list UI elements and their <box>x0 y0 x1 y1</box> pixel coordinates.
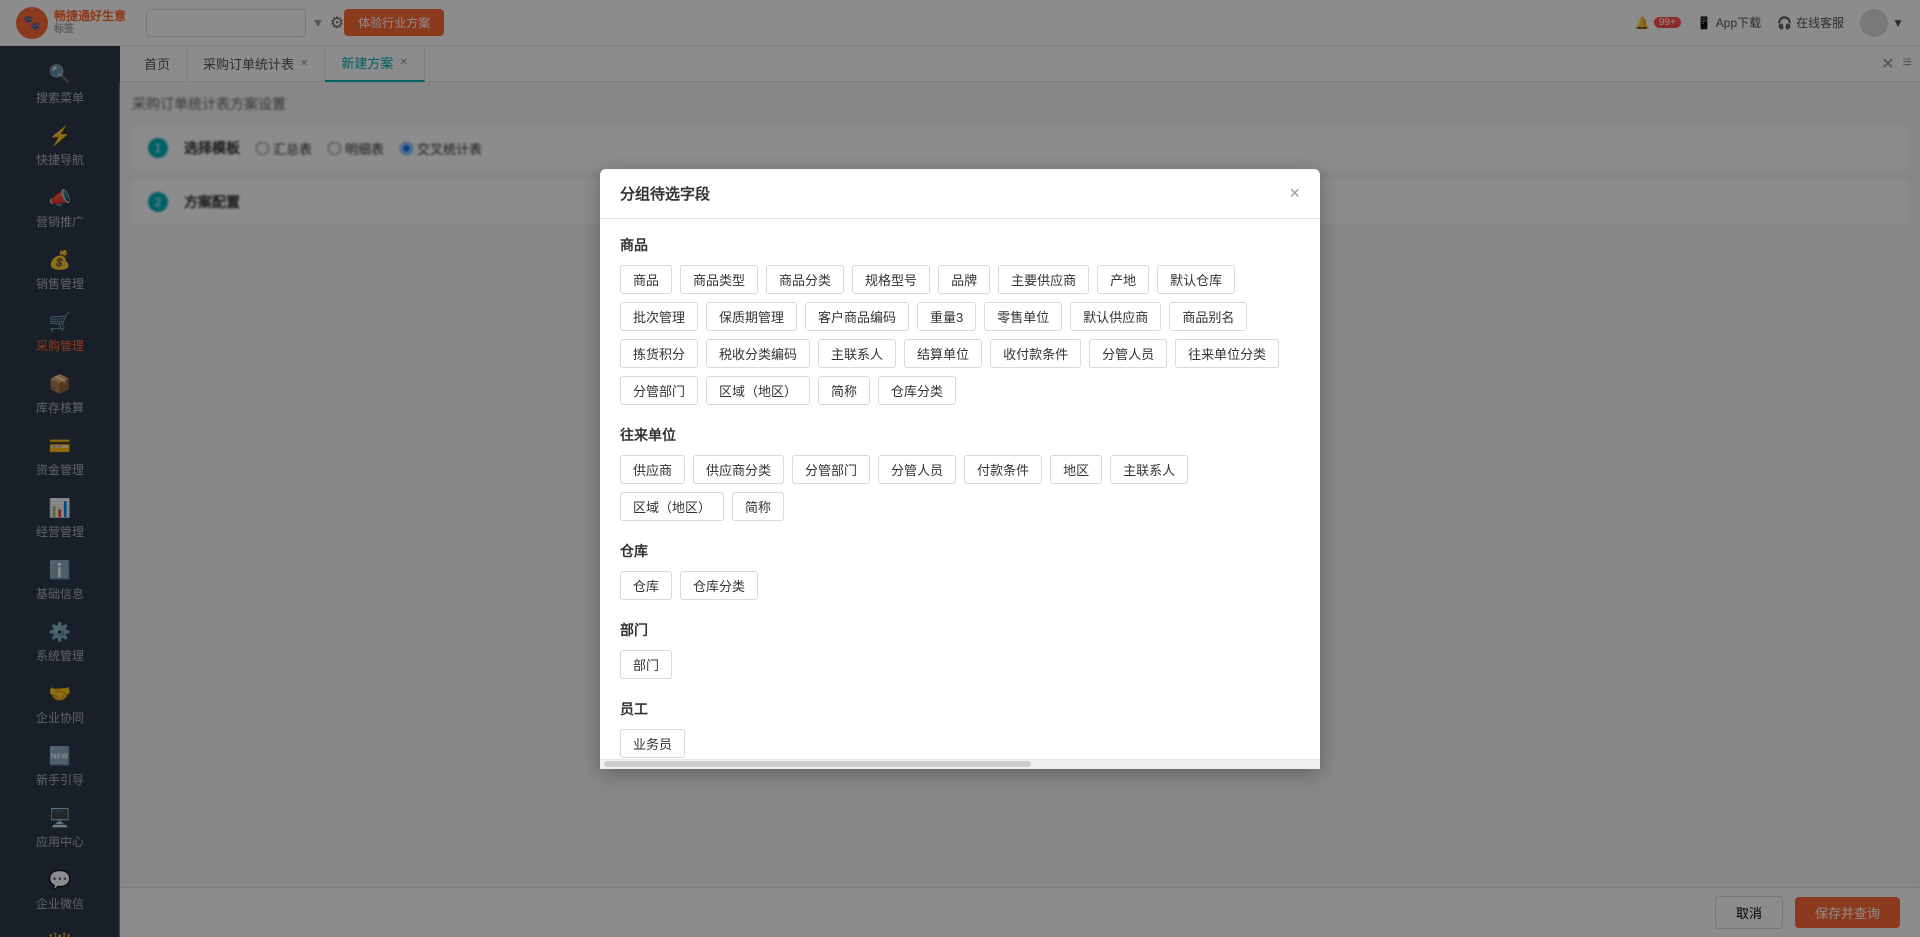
field-tag-4-0[interactable]: 业务员 <box>620 729 685 758</box>
field-tag-1-1[interactable]: 供应商分类 <box>693 455 784 484</box>
field-tag-1-5[interactable]: 地区 <box>1050 455 1102 484</box>
field-tags-3: 部门 <box>620 650 1300 679</box>
section-title-4: 员工 <box>620 699 1300 719</box>
field-tag-1-7[interactable]: 区域（地区） <box>620 492 724 521</box>
field-tag-2-1[interactable]: 仓库分类 <box>680 571 758 600</box>
field-section-3: 部门部门 <box>620 620 1300 679</box>
field-tag-1-4[interactable]: 付款条件 <box>964 455 1042 484</box>
field-tag-0-1[interactable]: 商品类型 <box>680 265 758 294</box>
field-tag-0-19[interactable]: 收付款条件 <box>990 339 1081 368</box>
field-tag-0-21[interactable]: 往来单位分类 <box>1175 339 1279 368</box>
field-tags-4: 业务员 <box>620 729 1300 758</box>
scrollbar-thumb <box>604 761 1031 767</box>
field-tag-0-10[interactable]: 客户商品编码 <box>805 302 909 331</box>
field-tag-0-8[interactable]: 批次管理 <box>620 302 698 331</box>
modal-dialog: 分组待选字段 × 商品商品商品类型商品分类规格型号品牌主要供应商产地默认仓库批次… <box>600 169 1320 769</box>
field-tags-0: 商品商品类型商品分类规格型号品牌主要供应商产地默认仓库批次管理保质期管理客户商品… <box>620 265 1300 405</box>
section-title-0: 商品 <box>620 235 1300 255</box>
field-tag-1-2[interactable]: 分管部门 <box>792 455 870 484</box>
modal-header: 分组待选字段 × <box>600 169 1320 219</box>
field-tag-0-13[interactable]: 默认供应商 <box>1070 302 1161 331</box>
field-tag-0-6[interactable]: 产地 <box>1097 265 1149 294</box>
field-tag-0-16[interactable]: 税收分类编码 <box>706 339 810 368</box>
field-tag-0-9[interactable]: 保质期管理 <box>706 302 797 331</box>
section-title-2: 仓库 <box>620 541 1300 561</box>
field-tag-0-0[interactable]: 商品 <box>620 265 672 294</box>
field-tag-0-14[interactable]: 商品别名 <box>1169 302 1247 331</box>
field-tag-0-2[interactable]: 商品分类 <box>766 265 844 294</box>
field-tag-0-15[interactable]: 拣货积分 <box>620 339 698 368</box>
modal-scrollbar-x[interactable] <box>600 759 1320 769</box>
section-title-3: 部门 <box>620 620 1300 640</box>
field-tag-2-0[interactable]: 仓库 <box>620 571 672 600</box>
modal-body: 商品商品商品类型商品分类规格型号品牌主要供应商产地默认仓库批次管理保质期管理客户… <box>600 219 1320 759</box>
field-tag-0-7[interactable]: 默认仓库 <box>1157 265 1235 294</box>
field-tag-0-24[interactable]: 简称 <box>818 376 870 405</box>
field-tag-0-11[interactable]: 重量3 <box>917 302 976 331</box>
field-tags-1: 供应商供应商分类分管部门分管人员付款条件地区主联系人区域（地区） 简称 <box>620 455 1300 521</box>
field-tag-0-17[interactable]: 主联系人 <box>818 339 896 368</box>
field-section-4: 员工业务员 <box>620 699 1300 758</box>
field-tag-0-12[interactable]: 零售单位 <box>984 302 1062 331</box>
field-tag-1-3[interactable]: 分管人员 <box>878 455 956 484</box>
field-section-2: 仓库仓库仓库分类 <box>620 541 1300 600</box>
field-tag-1-0[interactable]: 供应商 <box>620 455 685 484</box>
field-tags-2: 仓库仓库分类 <box>620 571 1300 600</box>
field-section-0: 商品商品商品类型商品分类规格型号品牌主要供应商产地默认仓库批次管理保质期管理客户… <box>620 235 1300 405</box>
field-section-1: 往来单位供应商供应商分类分管部门分管人员付款条件地区主联系人区域（地区） 简称 <box>620 425 1300 521</box>
field-tag-0-18[interactable]: 结算单位 <box>904 339 982 368</box>
field-tag-0-4[interactable]: 品牌 <box>938 265 990 294</box>
field-tag-0-20[interactable]: 分管人员 <box>1089 339 1167 368</box>
field-tag-0-5[interactable]: 主要供应商 <box>998 265 1089 294</box>
modal-title: 分组待选字段 <box>620 183 710 204</box>
field-tag-0-25[interactable]: 仓库分类 <box>878 376 956 405</box>
field-tag-1-6[interactable]: 主联系人 <box>1110 455 1188 484</box>
field-tag-0-3[interactable]: 规格型号 <box>852 265 930 294</box>
modal-close-button[interactable]: × <box>1289 183 1300 204</box>
field-tag-0-23[interactable]: 区域（地区） <box>706 376 810 405</box>
field-tag-3-0[interactable]: 部门 <box>620 650 672 679</box>
field-tag-0-22[interactable]: 分管部门 <box>620 376 698 405</box>
field-tag-1-8[interactable]: 简称 <box>732 492 784 521</box>
section-title-1: 往来单位 <box>620 425 1300 445</box>
